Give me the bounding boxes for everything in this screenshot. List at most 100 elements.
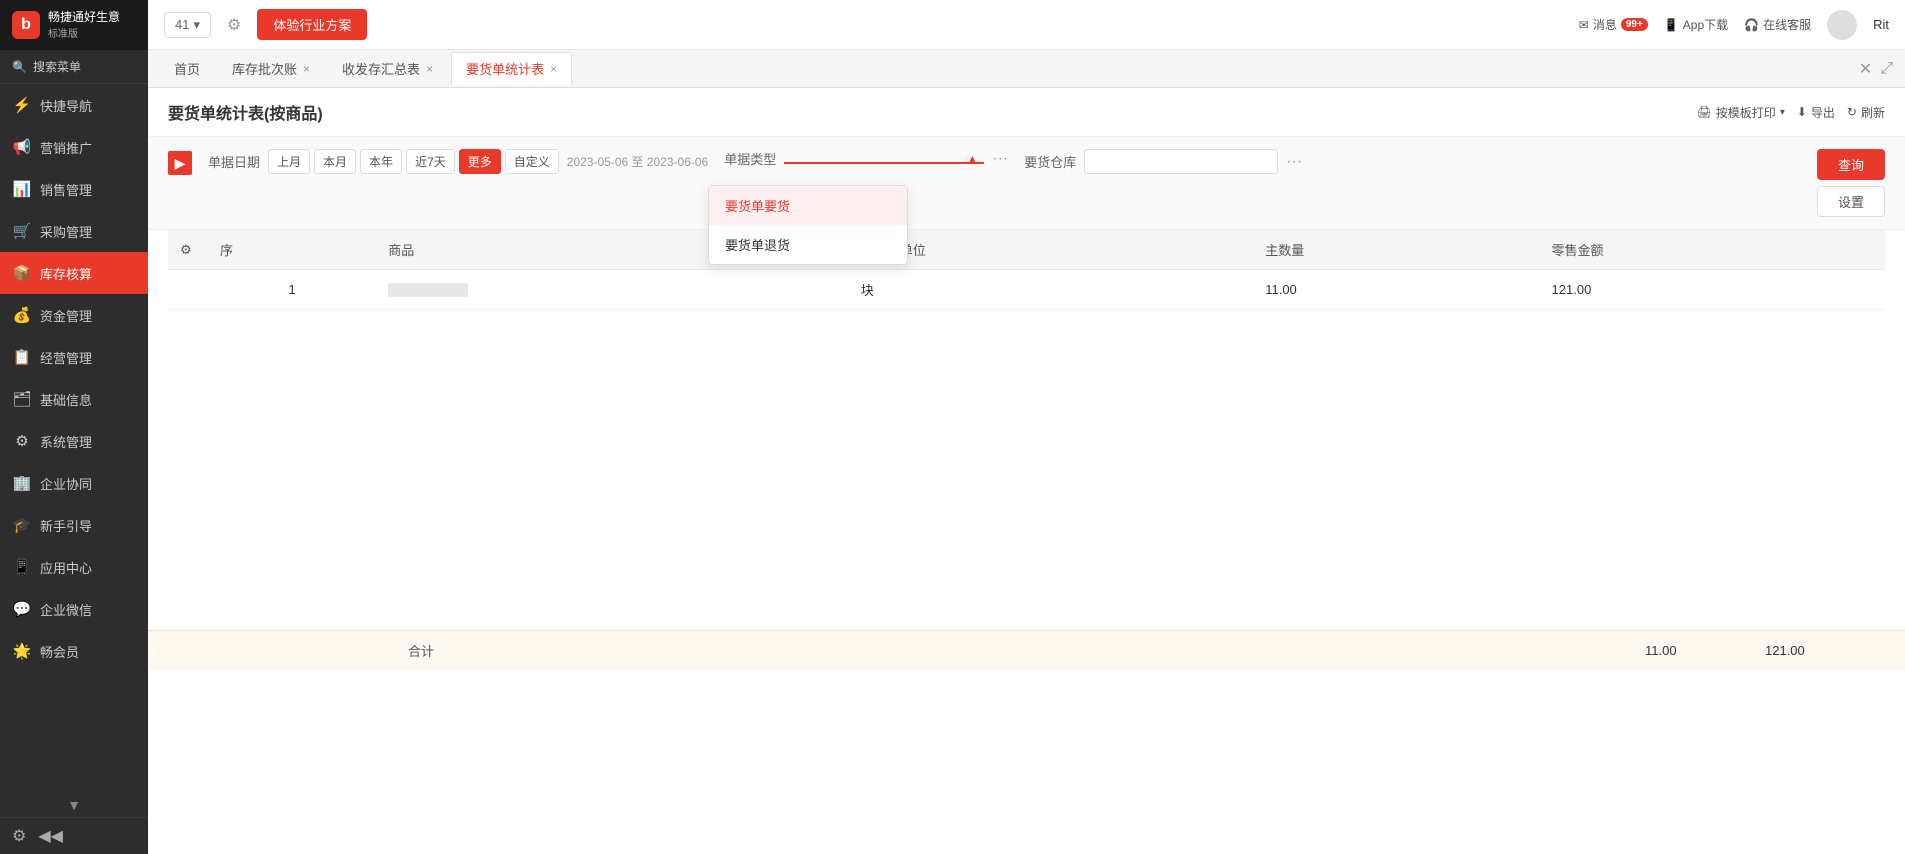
refresh-btn[interactable]: ↻ 刷新 [1847, 104, 1885, 121]
tab-order-stats[interactable]: 要货单统计表 × [451, 52, 572, 85]
print-chevron-icon: ▾ [1780, 107, 1785, 118]
date-custom-btn[interactable]: 自定义 [505, 149, 559, 174]
date-this-month-btn[interactable]: 本月 [314, 149, 356, 174]
filter-actions: 查询 设置 [1817, 149, 1885, 217]
online-service-btn[interactable]: 🎧 在线客服 [1744, 16, 1811, 33]
sidebar-item-purchase[interactable]: 🛒 采购管理 [0, 210, 148, 252]
window-close-icon[interactable]: ✕ [1859, 59, 1872, 79]
sales-icon: 📊 [12, 179, 32, 199]
sidebar-item-label: 营销推广 [40, 138, 92, 157]
collapse-sidebar-icon[interactable]: ◀◀ [38, 826, 63, 846]
col-amount: 零售金额 [1540, 230, 1885, 270]
export-btn[interactable]: ⬇ 导出 [1797, 104, 1835, 121]
type-dropdown: 要货单要货 要货单退货 [708, 185, 908, 265]
user-name: Rit [1873, 17, 1889, 32]
sidebar-item-operations[interactable]: 📋 经营管理 [0, 336, 148, 378]
tab-home[interactable]: 首页 [160, 53, 214, 84]
message-icon: ✉ [1579, 18, 1589, 32]
settings-bottom-icon[interactable]: ⚙ [12, 826, 26, 846]
sidebar-scroll-down[interactable]: ▼ [0, 793, 148, 817]
service-icon: 🎧 [1744, 18, 1759, 32]
message-btn[interactable]: ✉ 消息 99+ [1579, 16, 1648, 33]
search-icon: 🔍 [12, 60, 27, 74]
sidebar-item-label: 销售管理 [40, 180, 92, 199]
warehouse-input[interactable] [1084, 149, 1278, 174]
export-label: 导出 [1811, 104, 1835, 121]
date-range-display: 2023-05-06 至 2023-06-06 [567, 153, 708, 170]
window-expand-icon[interactable]: ⤢ [1880, 60, 1893, 78]
sidebar-item-label: 经营管理 [40, 348, 92, 367]
col-settings[interactable]: ⚙ [168, 230, 208, 270]
tab-inventory-batch-close[interactable]: × [303, 62, 310, 76]
sidebar-item-enterprise[interactable]: 🏢 企业协同 [0, 462, 148, 504]
header-settings-icon[interactable]: ⚙ [223, 11, 245, 39]
message-label: 消息 [1593, 16, 1617, 33]
query-btn[interactable]: 查询 [1817, 149, 1885, 180]
header-right: ✉ 消息 99+ 📱 App下载 🎧 在线客服 Rit [1579, 10, 1889, 40]
sidebar-item-quick-nav[interactable]: ⚡ 快捷导航 [0, 84, 148, 126]
search-menu[interactable]: 🔍 搜索菜单 [0, 50, 148, 84]
tab-collect-summary[interactable]: 收发存汇总表 × [328, 53, 447, 84]
tab-order-stats-label: 要货单统计表 [466, 59, 544, 78]
tab-order-stats-close[interactable]: × [550, 62, 557, 76]
sidebar-item-label: 快捷导航 [40, 96, 92, 115]
app-name: 畅捷通好生意 [48, 10, 120, 26]
sidebar-bottom: ⚙ ◀◀ [0, 817, 148, 854]
sidebar-item-label: 系统管理 [40, 432, 92, 451]
guide-icon: 🎓 [12, 515, 32, 535]
app-download-btn[interactable]: 📱 App下载 [1664, 16, 1728, 33]
type-select-more-icon[interactable]: ··· [992, 150, 1008, 168]
date-last-7days-btn[interactable]: 近7天 [406, 149, 455, 174]
warehouse-more-icon[interactable]: ··· [1286, 153, 1302, 171]
sidebar-item-basic[interactable]: 🗂 基础信息 [0, 378, 148, 420]
warehouse-label: 要货仓库 [1024, 152, 1076, 171]
warehouse-filter-group: 要货仓库 ··· [1024, 149, 1302, 174]
sidebar-item-marketing[interactable]: 📢 营销推广 [0, 126, 148, 168]
data-table: ⚙ 序 商品 主计量单位 主数量 零售金额 1 [168, 230, 1885, 310]
date-this-year-btn[interactable]: 本年 [360, 149, 402, 174]
sidebar-item-system[interactable]: ⚙ 系统管理 [0, 420, 148, 462]
sidebar-nav: ⚡ 快捷导航 📢 营销推广 📊 销售管理 🛒 采购管理 📦 库存核算 💰 资金管… [0, 84, 148, 793]
tab-collect-summary-close[interactable]: × [426, 62, 433, 76]
date-filter-group: 单据日期 上月 本月 本年 近7天 更多 自定义 2023-05-06 至 20… [208, 149, 708, 174]
tab-inventory-batch[interactable]: 库存批次账 × [218, 53, 324, 84]
dropdown-item-return[interactable]: 要货单退货 [709, 225, 907, 264]
store-selector[interactable]: 41 ▾ [164, 12, 211, 38]
filter-settings-btn[interactable]: 设置 [1817, 186, 1885, 217]
date-more-btn[interactable]: 更多 [459, 149, 501, 174]
sidebar-item-finance[interactable]: 💰 资金管理 [0, 294, 148, 336]
goods-placeholder [388, 283, 468, 297]
purchase-icon: 🛒 [12, 221, 32, 241]
trial-btn[interactable]: 体验行业方案 [257, 9, 367, 40]
print-template-btn[interactable]: 🖨 按模板打印 ▾ [1697, 104, 1785, 121]
sidebar-item-wechat[interactable]: 💬 企业微信 [0, 588, 148, 630]
sidebar-item-apps[interactable]: 📱 应用中心 [0, 546, 148, 588]
table-row: 1 块 11.00 121.00 [168, 270, 1885, 310]
dropdown-item-order-label: 要货单要货 [725, 199, 790, 214]
type-select-display[interactable] [784, 154, 984, 164]
print-label: 按模板打印 [1716, 104, 1776, 121]
table-container: ⚙ 序 商品 主计量单位 主数量 零售金额 1 [148, 230, 1905, 310]
online-service-label: 在线客服 [1763, 16, 1811, 33]
total-amount: 121.00 [1765, 643, 1885, 658]
sidebar-item-member[interactable]: 🌟 畅会员 [0, 630, 148, 672]
tab-collect-summary-label: 收发存汇总表 [342, 59, 420, 78]
dropdown-item-return-label: 要货单退货 [725, 238, 790, 253]
date-last-month-btn[interactable]: 上月 [268, 149, 310, 174]
expand-filter-btn[interactable]: ▶ [168, 151, 192, 175]
sidebar-item-sales[interactable]: 📊 销售管理 [0, 168, 148, 210]
member-icon: 🌟 [12, 641, 32, 661]
sidebar-item-inventory[interactable]: 📦 库存核算 [0, 252, 148, 294]
user-avatar[interactable] [1827, 10, 1857, 40]
col-qty: 主数量 [1253, 230, 1539, 270]
apps-icon: 📱 [12, 557, 32, 577]
sidebar-item-guide[interactable]: 🎓 新手引导 [0, 504, 148, 546]
marketing-icon: 📢 [12, 137, 32, 157]
dropdown-item-order[interactable]: 要货单要货 [709, 186, 907, 225]
export-icon: ⬇ [1797, 105, 1807, 119]
sidebar-item-label: 库存核算 [40, 264, 92, 283]
main-area: 41 ▾ ⚙ 体验行业方案 ✉ 消息 99+ 📱 App下载 🎧 在线客服 Ri… [148, 0, 1905, 854]
operations-icon: 📋 [12, 347, 32, 367]
row-goods [376, 270, 849, 310]
total-label: 合计 [168, 641, 434, 660]
